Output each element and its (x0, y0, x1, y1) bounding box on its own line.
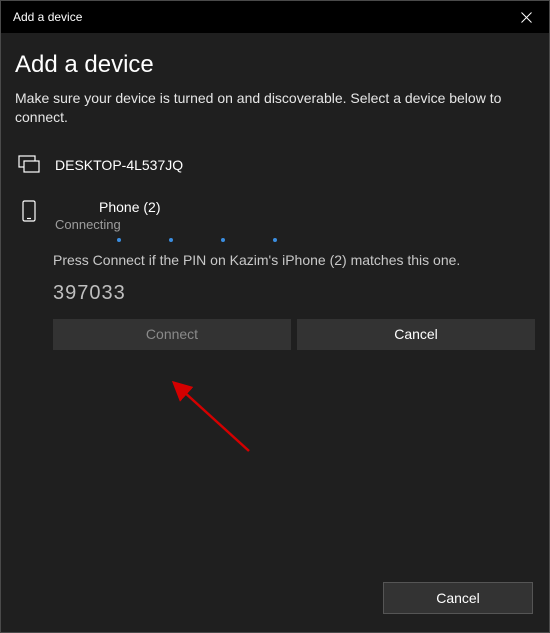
footer-cancel-button[interactable]: Cancel (383, 582, 533, 614)
phone-icon (17, 199, 41, 223)
device-list-item[interactable]: DESKTOP-4L537JQ (15, 149, 535, 181)
connect-button[interactable]: Connect (53, 319, 291, 350)
annotation-arrow (169, 381, 259, 461)
dialog-footer: Cancel (383, 582, 533, 614)
close-button[interactable] (503, 1, 549, 33)
device-name: DESKTOP-4L537JQ (55, 157, 183, 173)
progress-indicator (17, 238, 535, 242)
pairing-device-block: Phone (2) Connecting Press Connect if th… (15, 199, 535, 350)
dialog-content: Add a device Make sure your device is tu… (1, 33, 549, 632)
monitor-icon (17, 153, 41, 177)
titlebar: Add a device (1, 1, 549, 33)
pairing-actions: Connect Cancel (17, 319, 535, 350)
pin-instruction: Press Connect if the PIN on Kazim's iPho… (53, 252, 535, 268)
close-icon (521, 12, 532, 23)
pairing-status: Connecting (55, 217, 160, 232)
pin-code: 397033 (53, 282, 535, 305)
dialog-heading: Add a device (15, 51, 535, 79)
dialog-subtext: Make sure your device is turned on and d… (15, 89, 535, 127)
pairing-cancel-button[interactable]: Cancel (297, 319, 535, 350)
titlebar-title: Add a device (13, 10, 82, 24)
pairing-device-name: Phone (2) (99, 199, 160, 215)
